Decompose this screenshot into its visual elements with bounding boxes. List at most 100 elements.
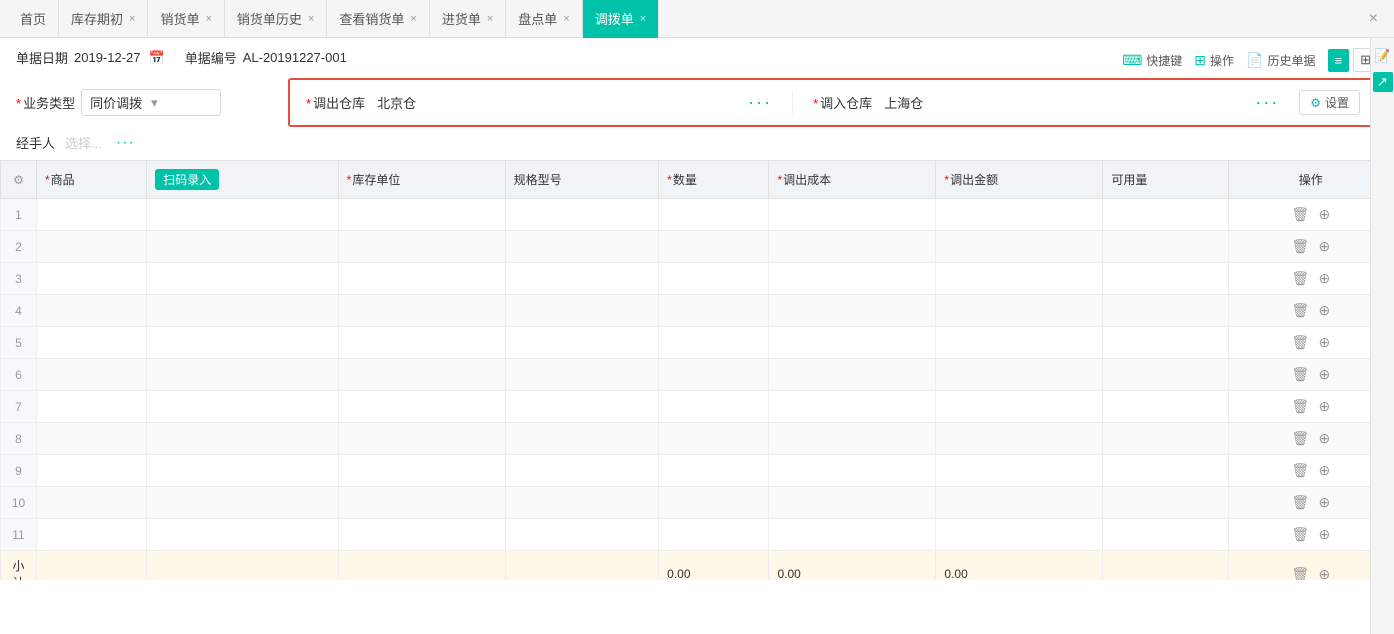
tab-close-stocktake[interactable]: × — [563, 13, 569, 25]
tab-sales-history[interactable]: 销货单历史 × — [225, 0, 327, 38]
row-num-3: 3 — [1, 263, 37, 295]
qty-cell-3[interactable] — [659, 263, 769, 295]
business-type-label: *业务类型 — [16, 93, 75, 112]
doc-info-row: 单据日期 2019-12-27 📅 单据编号 AL-20191227-001 — [16, 48, 347, 67]
product-cell-8[interactable] — [37, 423, 147, 455]
out-warehouse-more-btn[interactable]: ··· — [748, 92, 772, 113]
product-cell-11[interactable] — [37, 519, 147, 551]
out-warehouse-label: *调出仓库 — [306, 93, 365, 112]
copy-icon-5[interactable]: ⊕ — [1319, 334, 1331, 351]
product-cell-2[interactable] — [37, 231, 147, 263]
subtotal-cost: 0.00 — [769, 551, 936, 581]
history-btn[interactable]: 📄 历史单据 — [1246, 52, 1315, 69]
side-note-btn[interactable]: 📝 — [1373, 46, 1393, 66]
table-row: 5 🗑 ⊕ — [1, 327, 1394, 359]
copy-icon-10[interactable]: ⊕ — [1319, 494, 1331, 511]
tab-bar-close-icon[interactable]: × — [1361, 10, 1386, 28]
table-row: 4 🗑 ⊕ — [1, 295, 1394, 327]
tab-close-purchase[interactable]: × — [487, 13, 493, 25]
product-cell-7[interactable] — [37, 391, 147, 423]
table-header-row: ⚙ *商品 扫码录入 *库存单位 规格型号 *数量 *调出成本 *调出金额 可用… — [1, 161, 1394, 199]
table-row: 11 🗑 ⊕ — [1, 519, 1394, 551]
action-cell-7: 🗑 ⊕ — [1228, 391, 1393, 423]
cost-cell-3[interactable] — [769, 263, 936, 295]
calendar-icon[interactable]: 📅 — [149, 50, 165, 66]
qty-cell-1[interactable] — [659, 199, 769, 231]
amount-cell-1[interactable] — [936, 199, 1103, 231]
subtotal-product — [37, 551, 147, 581]
handler-value[interactable]: 选择... — [65, 133, 102, 152]
amount-cell-2[interactable] — [936, 231, 1103, 263]
handler-label: 经手人 — [16, 133, 55, 152]
amount-cell-3[interactable] — [936, 263, 1103, 295]
delete-icon-5[interactable]: 🗑 — [1291, 334, 1309, 351]
in-warehouse-more-btn[interactable]: ··· — [1255, 92, 1279, 113]
settings-btn[interactable]: ⚙ 设置 — [1299, 90, 1360, 115]
tab-home[interactable]: 首页 — [8, 0, 59, 38]
delete-icon-6[interactable]: 🗑 — [1291, 366, 1309, 383]
handler-more-btn[interactable]: ··· — [116, 134, 135, 152]
action-cell-5: 🗑 ⊕ — [1228, 327, 1393, 359]
product-cell-1[interactable] — [37, 199, 147, 231]
delete-icon-7[interactable]: 🗑 — [1291, 398, 1309, 415]
product-cell-10[interactable] — [37, 487, 147, 519]
product-cell-6[interactable] — [37, 359, 147, 391]
warehouse-divider — [792, 91, 793, 115]
tab-purchase[interactable]: 进货单 × — [430, 0, 506, 38]
tab-close-transfer[interactable]: × — [640, 13, 646, 25]
tab-stocktake[interactable]: 盘点单 × — [506, 0, 582, 38]
available-cell-1 — [1103, 199, 1228, 231]
product-cell-5[interactable] — [37, 327, 147, 359]
tab-view-sales[interactable]: 查看销货单 × — [327, 0, 429, 38]
delete-icon-3[interactable]: 🗑 — [1291, 270, 1309, 287]
shortcut-btn[interactable]: ⌨ 快捷键 — [1122, 52, 1182, 69]
list-view-btn[interactable]: ≡ — [1328, 49, 1350, 72]
subtotal-unit — [338, 551, 505, 581]
business-type-select[interactable]: 同价调拨 ▾ — [81, 89, 221, 116]
copy-icon-3[interactable]: ⊕ — [1319, 270, 1331, 287]
copy-icon-7[interactable]: ⊕ — [1319, 398, 1331, 415]
delete-icon-4[interactable]: 🗑 — [1291, 302, 1309, 319]
tab-close-sales-order[interactable]: × — [205, 13, 211, 25]
header-right: ⌨ 快捷键 ⊞ 操作 📄 历史单据 ≡ ⊞ — [1122, 48, 1378, 72]
tab-sales-order[interactable]: 销货单 × — [148, 0, 224, 38]
tab-close-inventory-init[interactable]: × — [129, 13, 135, 25]
action-cell-6: 🗑 ⊕ — [1228, 359, 1393, 391]
copy-icon-11[interactable]: ⊕ — [1319, 526, 1331, 543]
history-icon: 📄 — [1246, 52, 1263, 69]
delete-icon-11[interactable]: 🗑 — [1291, 526, 1309, 543]
delete-icon-1[interactable]: 🗑 — [1291, 206, 1309, 223]
copy-icon-8[interactable]: ⊕ — [1319, 430, 1331, 447]
copy-icon-6[interactable]: ⊕ — [1319, 366, 1331, 383]
delete-icon-2[interactable]: 🗑 — [1291, 238, 1309, 255]
operation-btn[interactable]: ⊞ 操作 — [1194, 52, 1234, 69]
tab-close-sales-history[interactable]: × — [308, 13, 314, 25]
row-num-2: 2 — [1, 231, 37, 263]
copy-icon-1[interactable]: ⊕ — [1319, 206, 1331, 223]
scan-input-btn[interactable]: 扫码录入 — [155, 169, 219, 190]
delete-icon-8[interactable]: 🗑 — [1291, 430, 1309, 447]
subtotal-action: 🗑 ⊕ — [1228, 551, 1393, 581]
row-num-10: 10 — [1, 487, 37, 519]
qty-cell-2[interactable] — [659, 231, 769, 263]
col-scan: 扫码录入 — [147, 161, 338, 199]
cost-cell-1[interactable] — [769, 199, 936, 231]
tab-transfer[interactable]: 调拨单 × — [583, 0, 659, 38]
tab-inventory-init[interactable]: 库存期初 × — [59, 0, 148, 38]
product-cell-4[interactable] — [37, 295, 147, 327]
side-export-btn[interactable]: ↗ — [1373, 72, 1393, 92]
col-qty: *数量 — [659, 161, 769, 199]
copy-icon-2[interactable]: ⊕ — [1319, 238, 1331, 255]
cost-cell-2[interactable] — [769, 231, 936, 263]
subtotal-copy-icon[interactable]: ⊕ — [1319, 566, 1331, 581]
copy-icon-4[interactable]: ⊕ — [1319, 302, 1331, 319]
col-gear[interactable]: ⚙ — [1, 161, 37, 199]
product-cell-3[interactable] — [37, 263, 147, 295]
delete-icon-9[interactable]: 🗑 — [1291, 462, 1309, 479]
subtotal-delete-icon[interactable]: 🗑 — [1291, 566, 1309, 581]
tab-close-view-sales[interactable]: × — [410, 13, 416, 25]
delete-icon-10[interactable]: 🗑 — [1291, 494, 1309, 511]
copy-icon-9[interactable]: ⊕ — [1319, 462, 1331, 479]
product-cell-9[interactable] — [37, 455, 147, 487]
header-area: 单据日期 2019-12-27 📅 单据编号 AL-20191227-001 ⌨… — [0, 38, 1394, 78]
